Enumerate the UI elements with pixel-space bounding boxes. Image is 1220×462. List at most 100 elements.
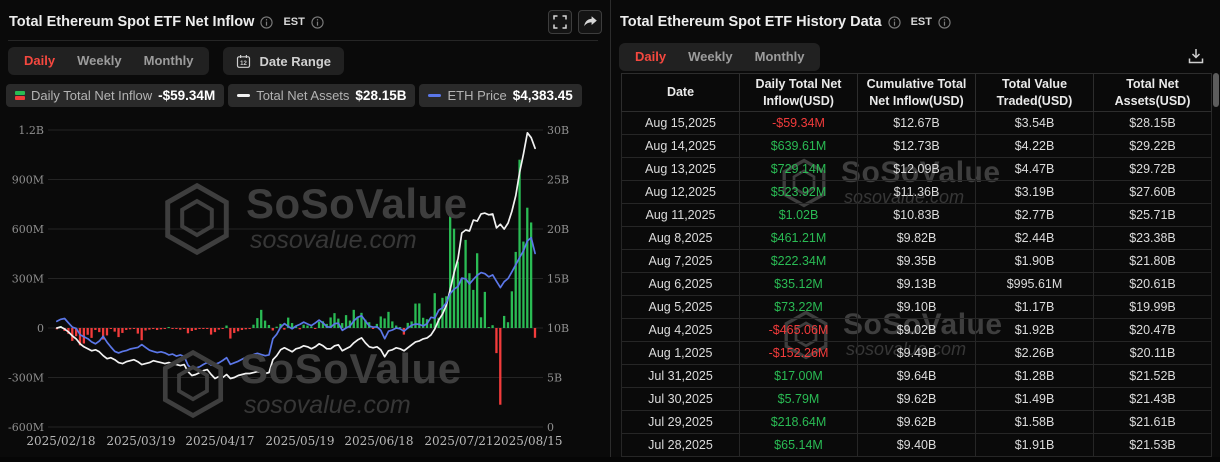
daily-inflow-cell: $523.92M xyxy=(739,180,858,204)
tab-monthly[interactable]: Monthly xyxy=(744,43,816,71)
net-assets-cell: $28.15B xyxy=(1093,111,1212,135)
daily-inflow-cell: $222.34M xyxy=(739,249,858,273)
column-header: Total Value Traded(USD) xyxy=(975,73,1094,112)
legend-chip-0[interactable]: Daily Total Net Inflow -$59.34M xyxy=(6,84,225,107)
right-axis-tick: 0 xyxy=(547,421,554,434)
net-assets-cell: $23.38B xyxy=(1093,226,1212,250)
net-inflow-chart[interactable]: 1.2B 30B 900M 25B 600M 20B 300M 15B 0 10B -300M 5B -… xyxy=(0,113,600,457)
download-icon xyxy=(1188,49,1204,64)
cumulative-inflow-cell: $12.73B xyxy=(857,134,976,158)
legend-value: $28.15B xyxy=(355,88,407,103)
cumulative-inflow-cell: $9.10B xyxy=(857,295,976,319)
date-range-button[interactable]: 12 Date Range xyxy=(223,47,345,75)
table-row: Jul 28,2025 $65.14M $9.40B $1.91B $21.53B xyxy=(621,433,1212,457)
x-axis-tick: 2025/05/19 xyxy=(265,434,334,448)
table-scrollbar-thumb[interactable] xyxy=(1213,73,1219,107)
daily-inflow-cell: $639.61M xyxy=(739,134,858,158)
x-axis-tick: 2025/03/19 xyxy=(106,434,175,448)
net-assets-cell: $29.72B xyxy=(1093,157,1212,181)
cumulative-inflow-cell: $11.36B xyxy=(857,180,976,204)
x-axis-tick: 2025/07/21 xyxy=(424,434,493,448)
table-row: Jul 30,2025 $5.79M $9.62B $1.49B $21.43B xyxy=(621,387,1212,411)
daily-inflow-cell: $65.14M xyxy=(739,433,858,457)
tab-weekly[interactable]: Weekly xyxy=(66,47,133,75)
net-assets-cell: $21.43B xyxy=(1093,387,1212,411)
daily-inflow-cell: $218.64M xyxy=(739,410,858,434)
left-axis-tick: 900M xyxy=(12,174,44,187)
net-assets-cell: $27.60B xyxy=(1093,180,1212,204)
table-row: Jul 31,2025 $17.00M $9.64B $1.28B $21.52B xyxy=(621,364,1212,388)
etf-dashboard: Total Ethereum Spot ETF Net Inflow EST D… xyxy=(0,0,1220,457)
value-traded-cell: $1.17B xyxy=(975,295,1094,319)
price-legend-icon xyxy=(428,94,442,97)
tab-daily[interactable]: Daily xyxy=(13,47,66,75)
value-traded-cell: $1.90B xyxy=(975,249,1094,273)
date-cell: Aug 7,2025 xyxy=(621,249,740,273)
share-button[interactable] xyxy=(578,10,602,34)
table-row: Aug 1,2025 -$152.26M $9.49B $2.26B $20.11B xyxy=(621,341,1212,365)
share-icon xyxy=(583,16,597,27)
interval-tab-group: Daily Weekly Monthly xyxy=(8,47,210,75)
legend-label: Daily Total Net Inflow xyxy=(31,88,153,103)
history-data-panel: Total Ethereum Spot ETF History Data EST… xyxy=(611,0,1220,457)
date-cell: Jul 29,2025 xyxy=(621,410,740,434)
info-icon[interactable] xyxy=(887,15,901,29)
cumulative-inflow-cell: $9.49B xyxy=(857,341,976,365)
table-row: Aug 6,2025 $35.12M $9.13B $995.61M $20.61B xyxy=(621,272,1212,296)
net-inflow-panel-header: Total Ethereum Spot ETF Net Inflow EST xyxy=(9,8,602,36)
info-icon[interactable] xyxy=(938,15,951,29)
cumulative-inflow-cell: $9.64B xyxy=(857,364,976,388)
total-net-assets-line xyxy=(56,131,536,380)
date-cell: Aug 6,2025 xyxy=(621,272,740,296)
timezone-label: EST xyxy=(910,16,932,28)
cumulative-inflow-cell: $10.83B xyxy=(857,203,976,227)
download-button[interactable] xyxy=(1184,44,1208,68)
right-axis-tick: 30B xyxy=(547,124,569,137)
legend-chip-1[interactable]: Total Net Assets $28.15B xyxy=(228,84,416,107)
chart-legend: Daily Total Net Inflow -$59.34M Total Net… xyxy=(6,84,582,107)
interval-tab-group: Daily Weekly Monthly xyxy=(619,43,821,71)
info-icon[interactable] xyxy=(311,15,324,29)
svg-text:12: 12 xyxy=(241,61,248,67)
legend-value: -$59.34M xyxy=(158,88,216,103)
legend-chip-2[interactable]: ETH Price $4,383.45 xyxy=(419,84,582,107)
value-traded-cell: $1.92B xyxy=(975,318,1094,342)
cumulative-inflow-cell: $9.40B xyxy=(857,433,976,457)
column-header: Total Net Assets(USD) xyxy=(1093,73,1212,112)
net-assets-cell: $21.61B xyxy=(1093,410,1212,434)
net-inflow-panel: Total Ethereum Spot ETF Net Inflow EST D… xyxy=(0,0,610,457)
value-traded-cell: $3.54B xyxy=(975,111,1094,135)
x-axis-tick: 2025/06/18 xyxy=(344,434,413,448)
fullscreen-button[interactable] xyxy=(548,10,572,34)
table-header-row: Date Daily Total Net Inflow(USD) Cumulativ… xyxy=(621,73,1212,112)
daily-inflow-cell: $35.12M xyxy=(739,272,858,296)
right-axis-tick: 5B xyxy=(547,372,562,385)
date-cell: Aug 14,2025 xyxy=(621,134,740,158)
daily-inflow-cell: $1.02B xyxy=(739,203,858,227)
cumulative-inflow-cell: $9.13B xyxy=(857,272,976,296)
value-traded-cell: $1.91B xyxy=(975,433,1094,457)
cumulative-inflow-cell: $9.02B xyxy=(857,318,976,342)
table-row: Aug 12,2025 $523.92M $11.36B $3.19B $27.60B xyxy=(621,180,1212,204)
value-traded-cell: $2.77B xyxy=(975,203,1094,227)
tab-monthly[interactable]: Monthly xyxy=(133,47,205,75)
daily-inflow-cell: $729.14M xyxy=(739,157,858,181)
timezone-label: EST xyxy=(283,16,305,28)
right-axis-tick: 20B xyxy=(547,223,569,236)
value-traded-cell: $2.26B xyxy=(975,341,1094,365)
tab-daily[interactable]: Daily xyxy=(624,43,677,71)
right-axis-tick: 10B xyxy=(547,322,569,335)
daily-inflow-cell: $461.21M xyxy=(739,226,858,250)
date-cell: Aug 1,2025 xyxy=(621,341,740,365)
info-icon[interactable] xyxy=(260,15,274,29)
legend-value: $4,383.45 xyxy=(512,88,573,103)
interval-controls: Daily Weekly Monthly 12 Date Range xyxy=(8,47,345,75)
assets-legend-icon xyxy=(237,94,251,97)
date-cell: Aug 8,2025 xyxy=(621,226,740,250)
left-axis-tick: -300M xyxy=(8,372,44,385)
cumulative-inflow-cell: $12.67B xyxy=(857,111,976,135)
value-traded-cell: $3.19B xyxy=(975,180,1094,204)
tab-weekly[interactable]: Weekly xyxy=(677,43,744,71)
interval-controls: Daily Weekly Monthly xyxy=(619,43,821,71)
date-cell: Jul 30,2025 xyxy=(621,387,740,411)
